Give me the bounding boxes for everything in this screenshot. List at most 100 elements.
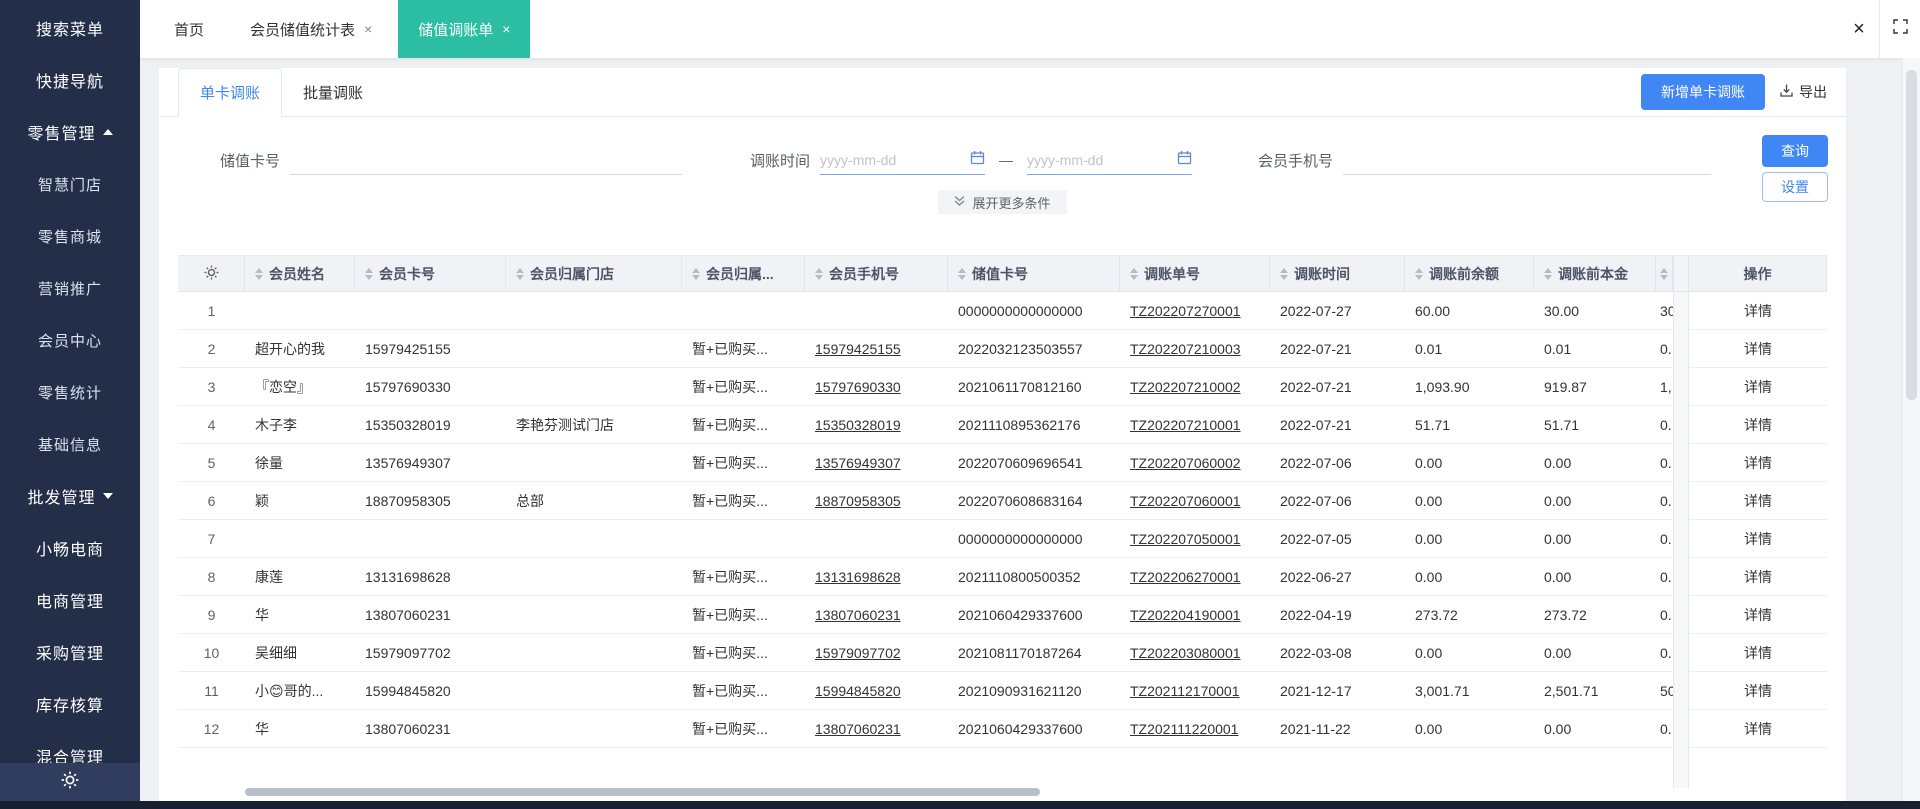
sort-carets-icon[interactable] xyxy=(1544,267,1552,280)
detail-link[interactable]: 详情 xyxy=(1744,491,1772,511)
column-header-balance_before[interactable]: 调账前余额 xyxy=(1405,256,1534,291)
sort-carets-icon[interactable] xyxy=(255,267,263,280)
sort-carets-icon[interactable] xyxy=(1130,267,1138,280)
adjust_no-link[interactable]: TZ202207210003 xyxy=(1130,341,1241,357)
sort-carets-icon[interactable] xyxy=(1280,267,1288,280)
sidebar-item-零售管理[interactable]: 零售管理 xyxy=(0,106,140,158)
page-scrollbar-thumb[interactable] xyxy=(1906,70,1917,400)
detail-link[interactable]: 详情 xyxy=(1744,529,1772,549)
cell-clipped: 1, xyxy=(1660,378,1672,395)
sidebar-item-快捷导航[interactable]: 快捷导航 xyxy=(0,54,140,106)
sidebar-item-智慧门店[interactable]: 智慧门店 xyxy=(0,158,140,210)
sort-carets-icon[interactable] xyxy=(958,267,966,280)
sidebar-item-零售统计[interactable]: 零售统计 xyxy=(0,366,140,418)
phone-link[interactable]: 18870958305 xyxy=(815,493,901,509)
phone-link[interactable]: 13576949307 xyxy=(815,455,901,471)
phone-link[interactable]: 15350328019 xyxy=(815,417,901,433)
detail-link[interactable]: 详情 xyxy=(1744,605,1772,625)
column-settings-header[interactable] xyxy=(178,256,245,291)
horizontal-scrollbar-thumb[interactable] xyxy=(245,788,1040,796)
calendar-icon[interactable] xyxy=(970,150,985,170)
adjust_no-link[interactable]: TZ202111220001 xyxy=(1130,721,1238,737)
tab-single-card-adjust[interactable]: 单卡调账 xyxy=(178,68,283,117)
search-button[interactable]: 查询 xyxy=(1762,135,1828,167)
fullscreen-button[interactable] xyxy=(1880,0,1920,58)
sidebar-item-小畅电商[interactable]: 小畅电商 xyxy=(0,522,140,574)
tab-会员储值统计表[interactable]: 会员储值统计表 × xyxy=(230,0,392,58)
column-header-name[interactable]: 会员姓名 xyxy=(245,256,355,291)
card-no-input[interactable] xyxy=(290,145,683,175)
column-header-action[interactable]: 操作 xyxy=(1689,256,1827,291)
detail-link[interactable]: 详情 xyxy=(1744,415,1772,435)
sidebar-item-批发管理[interactable]: 批发管理 xyxy=(0,470,140,522)
expand-more-button[interactable]: 展开更多条件 xyxy=(938,190,1067,214)
column-header-adjust_time[interactable]: 调账时间 xyxy=(1270,256,1405,291)
sort-carets-icon[interactable] xyxy=(815,267,823,280)
sidebar-item-搜索菜单[interactable]: 搜索菜单 xyxy=(0,2,140,54)
sidebar-item-会员中心[interactable]: 会员中心 xyxy=(0,314,140,366)
export-button[interactable]: 导出 xyxy=(1779,82,1827,102)
detail-link[interactable]: 详情 xyxy=(1744,719,1772,739)
detail-link[interactable]: 详情 xyxy=(1744,377,1772,397)
detail-link[interactable]: 详情 xyxy=(1744,301,1772,321)
column-header-value_card_no[interactable]: 储值卡号 xyxy=(948,256,1120,291)
add-adjustment-button[interactable]: 新增单卡调账 xyxy=(1641,74,1765,110)
sidebar-item-采购管理[interactable]: 采购管理 xyxy=(0,626,140,678)
adjust_no-link[interactable]: TZ202203080001 xyxy=(1130,645,1241,661)
tab-batch-adjust[interactable]: 批量调账 xyxy=(282,68,384,116)
phone-link[interactable]: 15994845820 xyxy=(815,683,901,699)
detail-link[interactable]: 详情 xyxy=(1744,339,1772,359)
detail-link[interactable]: 详情 xyxy=(1744,453,1772,473)
adjust_no-link[interactable]: TZ202207050001 xyxy=(1130,531,1241,547)
sort-carets-icon[interactable] xyxy=(516,267,524,280)
table-horizontal-scrollbar[interactable] xyxy=(178,788,1827,796)
sidebar-item-库存核算[interactable]: 库存核算 xyxy=(0,678,140,730)
adjust_no-link[interactable]: TZ202112170001 xyxy=(1130,683,1240,699)
sort-carets-icon[interactable] xyxy=(1660,267,1668,280)
close-window-button[interactable]: × xyxy=(1839,0,1879,58)
phone-link[interactable]: 13807060231 xyxy=(815,721,901,737)
column-header-principal_before[interactable]: 调账前本金 xyxy=(1534,256,1656,291)
sidebar-item-基础信息[interactable]: 基础信息 xyxy=(0,418,140,470)
column-header-adjust_no[interactable]: 调账单号 xyxy=(1120,256,1270,291)
gear-icon[interactable] xyxy=(204,265,219,283)
phone-link[interactable]: 13131698628 xyxy=(815,569,901,585)
tab-储值调账单[interactable]: 储值调账单 × xyxy=(398,0,531,58)
date-start-input[interactable]: yyyy-mm-dd xyxy=(820,145,986,175)
tab-首页[interactable]: 首页 xyxy=(154,0,224,58)
sidebar-item-营销推广[interactable]: 营销推广 xyxy=(0,262,140,314)
detail-link[interactable]: 详情 xyxy=(1744,643,1772,663)
column-header-belong[interactable]: 会员归属... xyxy=(682,256,805,291)
tab-close-icon[interactable]: × xyxy=(364,22,372,36)
date-end-input[interactable]: yyyy-mm-dd xyxy=(1027,145,1193,175)
adjust_no-link[interactable]: TZ202207060002 xyxy=(1130,455,1241,471)
sort-carets-icon[interactable] xyxy=(692,267,700,280)
adjust_no-link[interactable]: TZ202206270001 xyxy=(1130,569,1241,585)
adjust_no-link[interactable]: TZ202207060001 xyxy=(1130,493,1241,509)
adjust_no-link[interactable]: TZ202207210001 xyxy=(1130,417,1241,433)
phone-link[interactable]: 15797690330 xyxy=(815,379,901,395)
sidebar-item-电商管理[interactable]: 电商管理 xyxy=(0,574,140,626)
column-header-clipped[interactable] xyxy=(1656,256,1673,291)
column-header-store[interactable]: 会员归属门店 xyxy=(506,256,682,291)
settings-button[interactable]: 设置 xyxy=(1762,172,1828,202)
detail-link[interactable]: 详情 xyxy=(1744,681,1772,701)
adjust_no-link[interactable]: TZ202204190001 xyxy=(1130,607,1241,623)
calendar-icon[interactable] xyxy=(1177,150,1192,170)
sort-carets-icon[interactable] xyxy=(365,267,373,280)
table-vertical-scrollbar[interactable] xyxy=(1673,292,1689,788)
phone-input[interactable] xyxy=(1343,145,1712,175)
detail-link[interactable]: 详情 xyxy=(1744,567,1772,587)
column-header-phone[interactable]: 会员手机号 xyxy=(805,256,948,291)
sidebar-settings-button[interactable] xyxy=(0,763,140,801)
phone-link[interactable]: 13807060231 xyxy=(815,607,901,623)
phone-link[interactable]: 15979425155 xyxy=(815,341,901,357)
phone-link[interactable]: 15979097702 xyxy=(815,645,901,661)
page-scrollbar[interactable] xyxy=(1902,58,1920,801)
column-header-card_no[interactable]: 会员卡号 xyxy=(355,256,506,291)
sort-carets-icon[interactable] xyxy=(1415,267,1423,280)
adjust_no-link[interactable]: TZ202207210002 xyxy=(1130,379,1241,395)
tab-close-icon[interactable]: × xyxy=(502,22,510,36)
adjust_no-link[interactable]: TZ202207270001 xyxy=(1130,303,1241,319)
sidebar-item-零售商城[interactable]: 零售商城 xyxy=(0,210,140,262)
